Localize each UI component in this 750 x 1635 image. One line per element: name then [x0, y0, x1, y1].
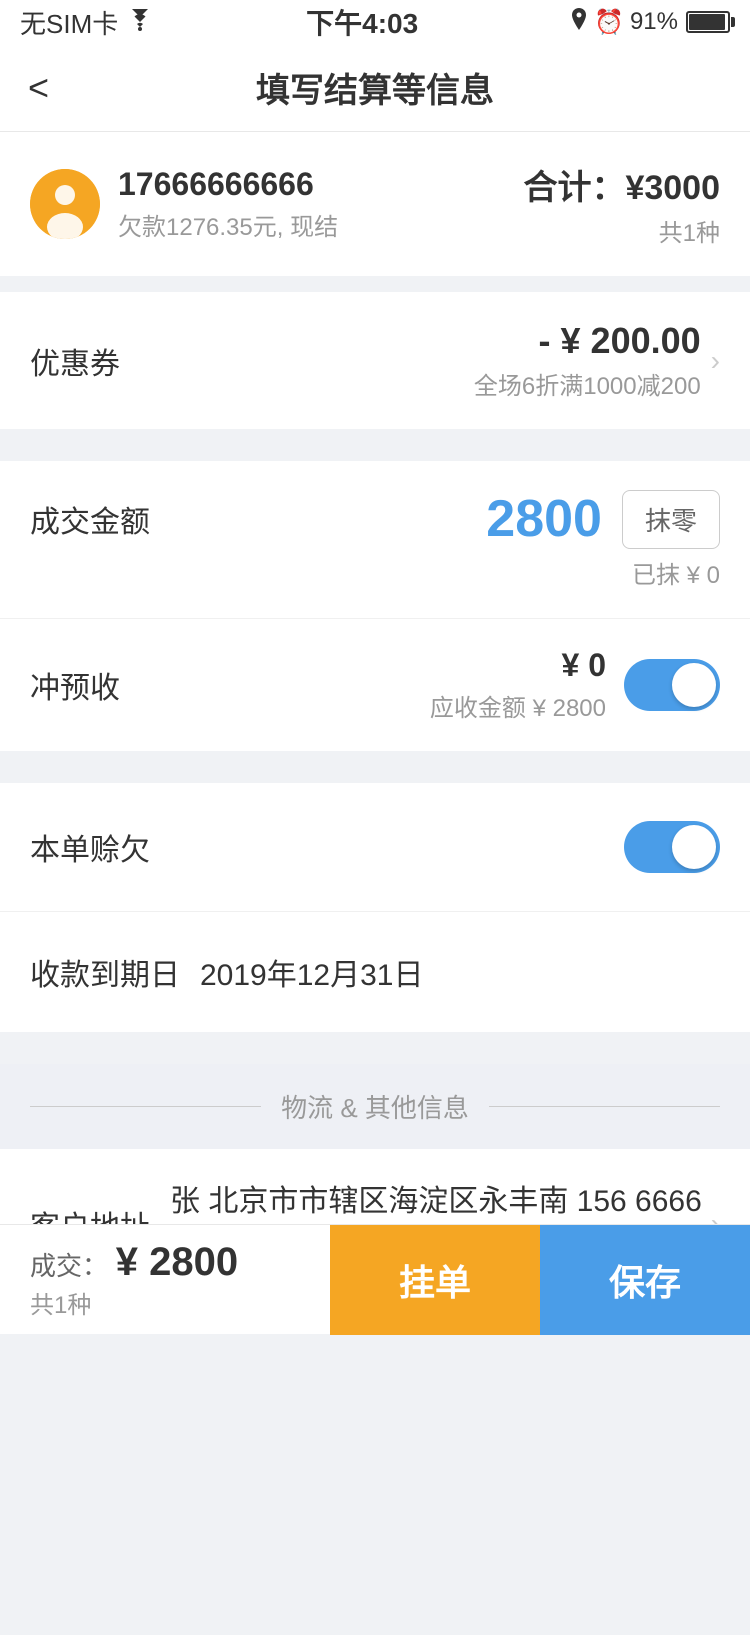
amount-row: 成交金额 2800 抹零 — [30, 489, 720, 549]
page-title: 填写结算等信息 — [256, 63, 494, 112]
chevron-right-icon: › — [711, 345, 720, 377]
arrears-section: 本单赊欠 收款到期日 2019年12月31日 — [0, 783, 750, 1032]
charge-amount: ¥ 0 — [430, 647, 606, 684]
battery-percent: 91% — [630, 8, 678, 36]
coupon-discount: - ¥ 200.00 — [474, 320, 701, 362]
duedate-row: 收款到期日 2019年12月31日 — [0, 911, 750, 1032]
avatar — [30, 169, 100, 239]
charge-toggle[interactable] — [624, 659, 720, 711]
location-icon — [570, 8, 588, 37]
customer-info: 17666666666 欠款1276.35元, 现结 — [118, 166, 338, 242]
duedate-value: 2019年12月31日 — [200, 950, 423, 994]
amount-label: 成交金额 — [30, 497, 150, 541]
customer-row: 17666666666 欠款1276.35元, 现结 合计：¥3000 共1种 — [0, 132, 750, 276]
battery-icon — [686, 11, 730, 33]
arrears-label: 本单赊欠 — [30, 825, 150, 869]
alarm-icon: ⏰ — [594, 8, 624, 37]
bottom-bar: 成交： ¥ 2800 共1种 挂单 保存 — [0, 1224, 750, 1334]
wifi-icon — [126, 7, 154, 38]
coupon-row[interactable]: 优惠券 - ¥ 200.00 全场6折满1000减200 › — [0, 292, 750, 429]
total-count: 共1种 — [523, 213, 720, 248]
bottom-amount: ¥ 2800 — [116, 1240, 238, 1284]
amount-value: 2800 — [486, 489, 602, 549]
divider-line-right — [489, 1106, 720, 1107]
pending-button[interactable]: 挂单 — [330, 1225, 540, 1335]
status-right: ⏰ 91% — [570, 8, 730, 37]
charge-right: ¥ 0 应收金额 ¥ 2800 — [430, 647, 720, 723]
save-button[interactable]: 保存 — [540, 1225, 750, 1335]
divider-line-left — [30, 1106, 261, 1107]
time-label: 下午4:03 — [306, 2, 418, 42]
logistics-divider: 物流 & 其他信息 — [0, 1064, 750, 1149]
content-area: 17666666666 欠款1276.35元, 现结 合计：¥3000 共1种 … — [0, 132, 750, 1635]
charge-sub: 应收金额 ¥ 2800 — [430, 688, 606, 723]
coupon-label: 优惠券 — [30, 339, 120, 383]
amount-sub: 已抹 ¥ 0 — [30, 555, 720, 590]
amount-row-container: 成交金额 2800 抹零 已抹 ¥ 0 — [0, 461, 750, 618]
charge-row: 冲预收 ¥ 0 应收金额 ¥ 2800 — [0, 618, 750, 751]
coupon-section: 优惠券 - ¥ 200.00 全场6折满1000减200 › — [0, 292, 750, 429]
arrears-toggle[interactable] — [624, 821, 720, 873]
bottom-count: 共1种 — [30, 1285, 300, 1320]
arrears-toggle-knob — [672, 825, 716, 869]
charge-values: ¥ 0 应收金额 ¥ 2800 — [430, 647, 606, 723]
carrier-label: 无SIM卡 — [20, 4, 118, 41]
back-button[interactable]: < — [28, 67, 49, 109]
amount-right: 2800 抹零 — [486, 489, 720, 549]
gray-separator-3 — [0, 1048, 750, 1064]
logistics-label: 物流 & 其他信息 — [281, 1088, 469, 1125]
status-bar: 无SIM卡 下午4:03 ⏰ 91% — [0, 0, 750, 44]
customer-right: 合计：¥3000 共1种 — [523, 160, 720, 248]
amount-section: 成交金额 2800 抹零 已抹 ¥ 0 冲预收 ¥ 0 应收金额 ¥ 2800 — [0, 461, 750, 751]
coupon-detail: - ¥ 200.00 全场6折满1000减200 — [474, 320, 701, 401]
charge-label: 冲预收 — [30, 663, 120, 707]
duedate-label: 收款到期日 — [30, 950, 180, 994]
bottom-label: 成交： — [30, 1251, 108, 1281]
arrears-row: 本单赊欠 — [0, 783, 750, 911]
customer-section: 17666666666 欠款1276.35元, 现结 合计：¥3000 共1种 — [0, 132, 750, 276]
nav-bar: < 填写结算等信息 — [0, 44, 750, 132]
bottom-spacer — [0, 1315, 750, 1515]
status-left: 无SIM卡 — [20, 4, 154, 41]
toggle-knob — [672, 663, 716, 707]
coupon-right: - ¥ 200.00 全场6折满1000减200 › — [474, 320, 720, 401]
bottom-summary: 成交： ¥ 2800 共1种 — [0, 1240, 330, 1320]
round-button[interactable]: 抹零 — [622, 490, 720, 549]
customer-sub: 欠款1276.35元, 现结 — [118, 207, 338, 242]
customer-phone: 17666666666 — [118, 166, 338, 203]
gray-separator-1 — [0, 445, 750, 461]
total-amount: 合计：¥3000 — [523, 160, 720, 209]
gray-separator-2 — [0, 767, 750, 783]
customer-left: 17666666666 欠款1276.35元, 现结 — [30, 166, 338, 242]
coupon-desc: 全场6折满1000减200 — [474, 366, 701, 401]
